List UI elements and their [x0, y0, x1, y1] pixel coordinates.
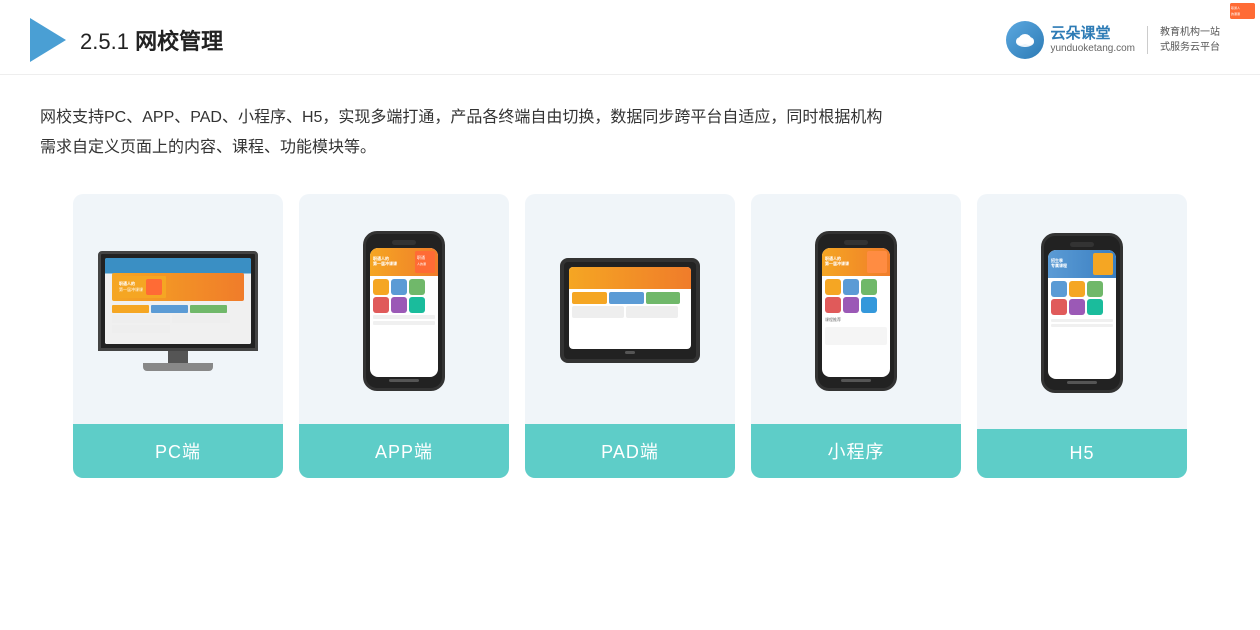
card-pc-label: PC端	[73, 424, 283, 478]
card-h5-label: H5	[977, 429, 1187, 478]
phone-notch	[392, 240, 416, 245]
svg-text:第一届冲课课: 第一届冲课课	[119, 286, 143, 292]
h5-bottom-bar	[1067, 381, 1097, 384]
card-mini: 职通人的第一届冲课课 课程推荐 小	[751, 194, 961, 478]
header-left: 2.5.1 网校管理	[30, 18, 223, 62]
card-pc-image: 职通人的 第一届冲课课	[73, 194, 283, 424]
pc-mockup: 职通人的 第一届冲课课	[93, 251, 263, 371]
brand-name: 云朵课堂	[1050, 25, 1135, 43]
phone-screen: 职通人的第一届冲课课 职通 人的课	[370, 248, 438, 377]
brand-url: yunduoketang.com	[1050, 43, 1135, 55]
brand-logo: 云朵课堂 yunduoketang.com 教育机构一站 式服务云平台	[1006, 21, 1220, 59]
card-mini-label: 小程序	[751, 424, 961, 478]
mini-mockup: 职通人的第一届冲课课 课程推荐	[815, 231, 897, 391]
card-app-label: APP端	[299, 424, 509, 478]
card-mini-image: 职通人的第一届冲课课 课程推荐	[751, 194, 961, 424]
h5-notch	[1070, 242, 1094, 247]
page-header: 2.5.1 网校管理 云朵课堂 yunduoketang.com 教育机构一站	[0, 0, 1260, 75]
brand-icon	[1006, 21, 1044, 59]
card-h5-image: 招生季专属课程	[977, 194, 1187, 429]
cards-container: 职通人的 第一届冲课课	[0, 184, 1260, 508]
brand-text: 云朵课堂 yunduoketang.com	[1050, 25, 1135, 55]
card-pad: 职通人 的课课 PAD端	[525, 194, 735, 478]
brand-slogan: 教育机构一站 式服务云平台	[1160, 25, 1220, 55]
card-app-image: 职通人的第一届冲课课 职通 人的课	[299, 194, 509, 424]
h5-mockup: 招生季专属课程	[1041, 233, 1123, 393]
svg-text:职通: 职通	[417, 254, 425, 260]
card-pc: 职通人的 第一届冲课课	[73, 194, 283, 478]
card-app: 职通人的第一届冲课课 职通 人的课	[299, 194, 509, 478]
h5-screen: 招生季专属课程	[1048, 250, 1116, 379]
description-block: 网校支持PC、APP、PAD、小程序、H5，实现多端打通，产品各终端自由切换，数…	[0, 75, 1260, 184]
mini-notch	[844, 240, 868, 245]
svg-text:人的课: 人的课	[417, 261, 426, 266]
phone-bottom-bar	[389, 379, 419, 382]
svg-text:职通人的: 职通人的	[119, 280, 135, 286]
card-h5: 招生季专属课程 H5	[977, 194, 1187, 478]
mini-bottom-bar	[841, 379, 871, 382]
brand-divider	[1147, 26, 1148, 54]
logo-triangle-icon	[30, 18, 66, 62]
card-pad-label: PAD端	[525, 424, 735, 478]
mini-screen: 职通人的第一届冲课课 课程推荐	[822, 248, 890, 377]
card-pad-image: 职通人 的课课	[525, 194, 735, 424]
pad-home-button	[625, 351, 635, 354]
header-right: 云朵课堂 yunduoketang.com 教育机构一站 式服务云平台	[1006, 21, 1220, 59]
page-title: 2.5.1 网校管理	[80, 24, 223, 56]
app-mockup: 职通人的第一届冲课课 职通 人的课	[363, 231, 445, 391]
pad-screen: 职通人 的课课	[569, 267, 691, 349]
pc-screen: 职通人的 第一届冲课课	[98, 251, 258, 351]
description-line1: 网校支持PC、APP、PAD、小程序、H5，实现多端打通，产品各终端自由切换，数…	[40, 103, 1220, 133]
pad-mockup: 职通人 的课课	[560, 258, 700, 363]
description-line2: 需求自定义页面上的内容、课程、功能模块等。	[40, 133, 1220, 163]
